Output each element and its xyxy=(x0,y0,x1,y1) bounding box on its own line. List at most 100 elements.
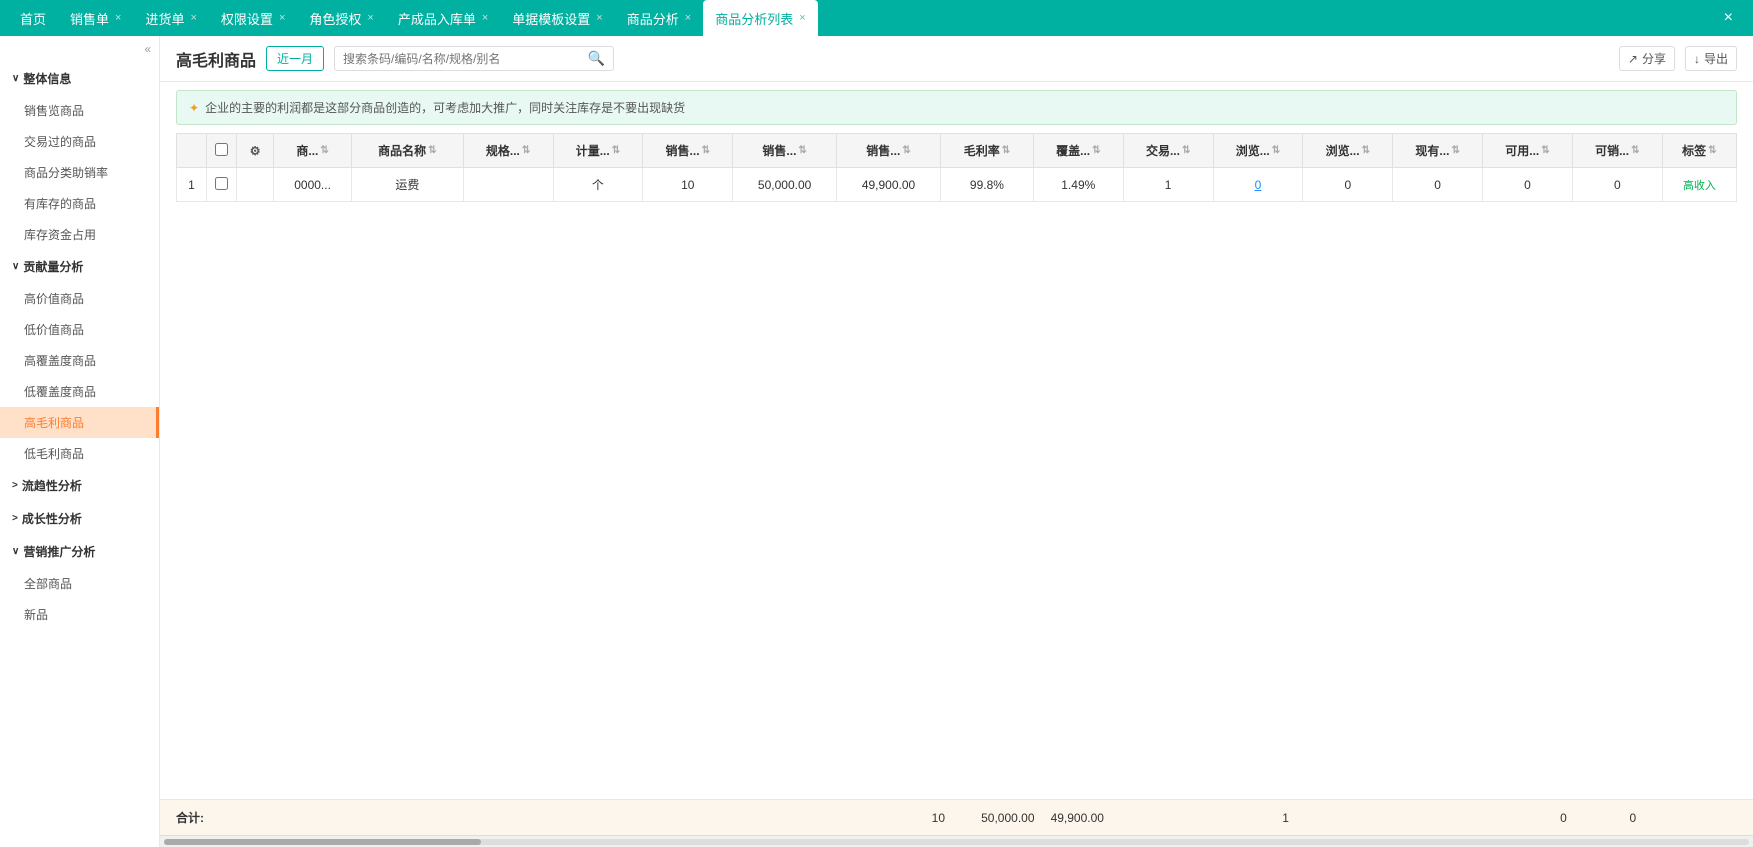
footer-cell-3 xyxy=(564,811,633,825)
col-label-sales_amount: 销售... xyxy=(762,142,796,159)
sidebar-item-库存资金占用[interactable]: 库存资金占用 xyxy=(0,219,159,250)
cell-name-0: 运费 xyxy=(351,168,463,202)
export-button[interactable]: ↓ 导出 xyxy=(1685,46,1737,71)
cell-current_stock-0: 0 xyxy=(1393,168,1483,202)
settings-icon[interactable]: ⚙ xyxy=(250,144,261,158)
nav-item-首页[interactable]: 首页 xyxy=(8,0,58,36)
sidebar-group-整体信息[interactable]: ∨整体信息 xyxy=(0,62,159,95)
time-filter-button[interactable]: 近一月 xyxy=(266,46,324,71)
nav-item-产成品入库单[interactable]: 产成品入库单× xyxy=(386,0,500,36)
sort-icon-views1[interactable]: ⇅ xyxy=(1272,145,1280,156)
col-label-sales_qty: 销售... xyxy=(666,142,700,159)
col-label-unit: 计量... xyxy=(576,142,610,159)
sidebar-group-流趋性分析[interactable]: >流趋性分析 xyxy=(0,469,159,502)
info-text: 企业的主要的利润都是这部分商品创造的，可考虑加大推广，同时关注库存是不要出现缺货 xyxy=(205,99,685,116)
sidebar-item-有库存的商品[interactable]: 有库存的商品 xyxy=(0,188,159,219)
sidebar-item-交易过的商品[interactable]: 交易过的商品 xyxy=(0,126,159,157)
scroll-track[interactable] xyxy=(164,839,1749,845)
sidebar-item-新品[interactable]: 新品 xyxy=(0,599,159,630)
sidebar-group-贡献量分析[interactable]: ∨贡献量分析 xyxy=(0,250,159,283)
nav-item-角色授权[interactable]: 角色授权× xyxy=(297,0,385,36)
footer-cell-16: 0 xyxy=(1529,811,1598,825)
group-arrow: ∨ xyxy=(12,546,19,557)
nav-close-btn[interactable]: × xyxy=(596,12,602,24)
sidebar-item-低毛利商品[interactable]: 低毛利商品 xyxy=(0,438,159,469)
horizontal-scrollbar[interactable] xyxy=(160,835,1753,847)
sort-icon-gross_margin[interactable]: ⇅ xyxy=(1002,145,1010,156)
nav-item-单据模板设置[interactable]: 单据模板设置× xyxy=(500,0,614,36)
nav-item-商品分析列表[interactable]: 商品分析列表× xyxy=(703,0,817,36)
sidebar-item-销售览商品[interactable]: 销售览商品 xyxy=(0,95,159,126)
nav-close-btn[interactable]: × xyxy=(190,12,196,24)
close-window-button[interactable]: × xyxy=(1712,9,1745,27)
sort-icon-views2[interactable]: ⇅ xyxy=(1362,145,1370,156)
nav-item-销售单[interactable]: 销售单× xyxy=(58,0,133,36)
sidebar-item-高毛利商品[interactable]: 高毛利商品 xyxy=(0,407,159,438)
sidebar-item-低覆盖度商品[interactable]: 低覆盖度商品 xyxy=(0,376,159,407)
sidebar-group-营销推广分析[interactable]: ∨ 营销推广分析 xyxy=(0,535,159,568)
row-checkbox[interactable] xyxy=(215,177,228,190)
cell-gross_margin-0: 99.8% xyxy=(940,168,1033,202)
views-link[interactable]: 0 xyxy=(1255,178,1262,192)
content-area: 高毛利商品 近一月 🔍 ↗ 分享 ↓ 导出 ✦ 企业的主要的利润都是这部分商品创… xyxy=(160,36,1753,847)
footer-totals: 合计: 1050,000.0049,900.00100 xyxy=(160,799,1753,835)
sidebar-group-成长性分析[interactable]: >成长性分析 xyxy=(0,502,159,535)
cell-checkbox-0[interactable] xyxy=(207,168,237,202)
sidebar-collapse-button[interactable]: « xyxy=(0,36,159,62)
col-header-available_stock: 可用...⇅ xyxy=(1483,134,1573,168)
cell-views1-0[interactable]: 0 xyxy=(1213,168,1303,202)
sort-icon-sales_qty[interactable]: ⇅ xyxy=(702,145,710,156)
sort-icon-sales_amount[interactable]: ⇅ xyxy=(798,145,806,156)
cell-saleable_stock-0: 0 xyxy=(1572,168,1662,202)
sort-icon-current_stock[interactable]: ⇅ xyxy=(1451,145,1459,156)
table-row: 10000...运费个1050,000.0049,900.0099.8%1.49… xyxy=(177,168,1737,202)
group-label: 营销推广分析 xyxy=(23,543,95,560)
nav-close-btn[interactable]: × xyxy=(367,12,373,24)
sort-icon-sales_profit[interactable]: ⇅ xyxy=(902,145,910,156)
sort-icon-code[interactable]: ⇅ xyxy=(320,145,328,156)
cell-spec-0 xyxy=(463,168,553,202)
sidebar-item-全部商品[interactable]: 全部商品 xyxy=(0,568,159,599)
nav-close-btn[interactable]: × xyxy=(482,12,488,24)
scroll-thumb[interactable] xyxy=(164,839,481,845)
nav-item-进货单[interactable]: 进货单× xyxy=(133,0,208,36)
sidebar-item-商品分类助销率[interactable]: 商品分类助销率 xyxy=(0,157,159,188)
footer-cell-13 xyxy=(1320,811,1389,825)
footer-cell-8: 50,000.00 xyxy=(973,811,1042,825)
col-header-current_stock: 现有...⇅ xyxy=(1393,134,1483,168)
sidebar-item-高价值商品[interactable]: 高价值商品 xyxy=(0,283,159,314)
nav-item-权限设置[interactable]: 权限设置× xyxy=(209,0,297,36)
col-header-tag: 标签⇅ xyxy=(1662,134,1736,168)
sort-icon-transactions[interactable]: ⇅ xyxy=(1182,145,1190,156)
nav-close-btn[interactable]: × xyxy=(115,12,121,24)
col-header-settings: ⚙ xyxy=(237,134,274,168)
col-header-unit: 计量...⇅ xyxy=(553,134,643,168)
col-header-views1: 浏览...⇅ xyxy=(1213,134,1303,168)
nav-close-btn[interactable]: × xyxy=(799,12,805,24)
col-header-code: 商...⇅ xyxy=(274,134,352,168)
select-all-checkbox[interactable] xyxy=(215,143,228,156)
sort-icon-spec[interactable]: ⇅ xyxy=(522,145,530,156)
sidebar-item-高覆盖度商品[interactable]: 高覆盖度商品 xyxy=(0,345,159,376)
sort-icon-saleable_stock[interactable]: ⇅ xyxy=(1631,145,1639,156)
group-label: 整体信息 xyxy=(23,70,71,87)
share-button[interactable]: ↗ 分享 xyxy=(1619,46,1675,71)
sort-icon-coverage[interactable]: ⇅ xyxy=(1092,145,1100,156)
nav-item-商品分析[interactable]: 商品分析× xyxy=(615,0,703,36)
sort-icon-tag[interactable]: ⇅ xyxy=(1708,145,1716,156)
search-icon[interactable]: 🔍 xyxy=(588,50,605,67)
col-label-name: 商品名称 xyxy=(378,142,426,159)
footer-cell-5 xyxy=(765,811,834,825)
footer-cell-4 xyxy=(634,811,765,825)
group-label: 成长性分析 xyxy=(22,510,82,527)
sort-icon-available_stock[interactable]: ⇅ xyxy=(1541,145,1549,156)
nav-close-btn[interactable]: × xyxy=(279,12,285,24)
cell-settings-0 xyxy=(237,168,274,202)
main-layout: « ∨整体信息销售览商品交易过的商品商品分类助销率有库存的商品库存资金占用∨贡献… xyxy=(0,36,1753,847)
sort-icon-name[interactable]: ⇅ xyxy=(428,145,436,156)
col-header-sales_qty: 销售...⇅ xyxy=(643,134,733,168)
sidebar-item-低价值商品[interactable]: 低价值商品 xyxy=(0,314,159,345)
sort-icon-unit[interactable]: ⇅ xyxy=(612,145,620,156)
nav-close-btn[interactable]: × xyxy=(685,12,691,24)
search-input[interactable] xyxy=(343,52,582,66)
